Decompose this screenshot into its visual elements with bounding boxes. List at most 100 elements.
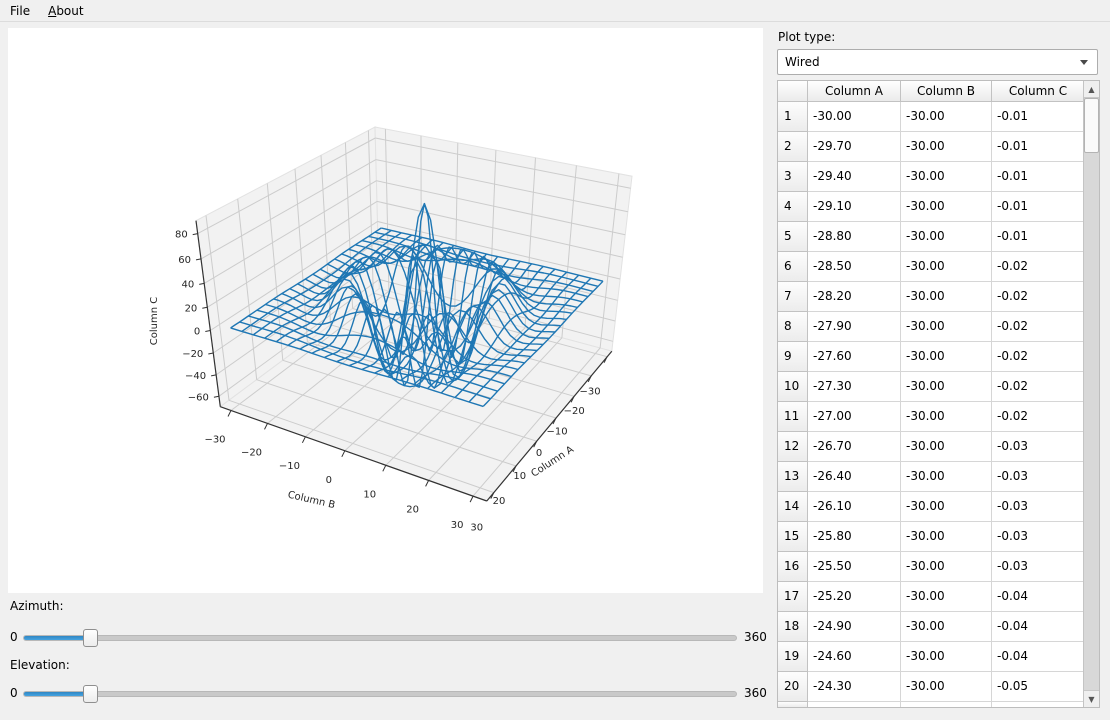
table-cell[interactable]: -0.04 xyxy=(992,582,1085,612)
row-number-cell[interactable]: 3 xyxy=(778,162,808,192)
table-cell[interactable]: -27.30 xyxy=(808,372,901,402)
table-cell[interactable]: -30.00 xyxy=(901,672,992,702)
row-number-cell[interactable]: 9 xyxy=(778,342,808,372)
table-cell[interactable]: -30.00 xyxy=(901,162,992,192)
row-number-cell[interactable]: 1 xyxy=(778,102,808,132)
table-cell[interactable]: -29.10 xyxy=(808,192,901,222)
table-cell[interactable]: -26.70 xyxy=(808,432,901,462)
table-corner-header[interactable] xyxy=(778,81,808,102)
table-cell[interactable]: -25.50 xyxy=(808,552,901,582)
table-cell[interactable]: -0.01 xyxy=(992,132,1085,162)
azimuth-slider-handle[interactable] xyxy=(83,629,98,647)
table-cell[interactable]: -29.40 xyxy=(808,162,901,192)
row-number-cell[interactable]: 8 xyxy=(778,312,808,342)
table-cell[interactable]: -30.00 xyxy=(901,102,992,132)
table-cell[interactable]: -0.02 xyxy=(992,372,1085,402)
scroll-down-icon[interactable]: ▼ xyxy=(1084,690,1099,707)
table-cell[interactable]: -30.00 xyxy=(901,612,992,642)
table-cell[interactable]: -0.05 xyxy=(992,672,1085,702)
column-header[interactable]: Column A xyxy=(808,81,901,102)
scrollbar-thumb[interactable] xyxy=(1084,98,1099,153)
row-number-cell[interactable]: 20 xyxy=(778,672,808,702)
table-cell[interactable]: -0.02 xyxy=(992,402,1085,432)
table-cell[interactable]: -27.90 xyxy=(808,312,901,342)
row-number-cell[interactable]: 19 xyxy=(778,642,808,672)
table-cell[interactable]: -30.00 xyxy=(901,372,992,402)
row-number-cell[interactable]: 6 xyxy=(778,252,808,282)
table-cell[interactable]: -0.03 xyxy=(992,432,1085,462)
table-row: 18-24.90-30.00-0.04 xyxy=(778,612,1099,642)
table-cell[interactable]: -0.02 xyxy=(992,282,1085,312)
column-header[interactable]: Column B xyxy=(901,81,992,102)
table-cell[interactable]: -30.00 xyxy=(901,492,992,522)
table-cell[interactable]: -30.00 xyxy=(901,462,992,492)
menu-item-about[interactable]: About xyxy=(40,2,92,20)
table-cell[interactable]: -30.00 xyxy=(901,552,992,582)
table-cell[interactable]: -28.80 xyxy=(808,222,901,252)
table-cell[interactable]: -0.03 xyxy=(992,492,1085,522)
table-cell[interactable]: -30.00 xyxy=(901,282,992,312)
row-number-cell[interactable]: 2 xyxy=(778,132,808,162)
table-cell[interactable]: -30.00 xyxy=(901,132,992,162)
row-number-cell[interactable]: 18 xyxy=(778,612,808,642)
table-cell[interactable]: -26.10 xyxy=(808,492,901,522)
row-number-cell[interactable]: 16 xyxy=(778,552,808,582)
elevation-slider-row: 0 360 xyxy=(0,686,770,704)
menu-item-file[interactable]: File xyxy=(2,2,38,20)
table-cell[interactable]: -30.00 xyxy=(808,102,901,132)
table-cell[interactable]: -24.90 xyxy=(808,612,901,642)
table-cell[interactable]: -30.00 xyxy=(901,342,992,372)
plot-type-combobox[interactable]: Wired xyxy=(777,49,1098,75)
table-cell[interactable]: -30.00 xyxy=(901,642,992,672)
table-row: 1-30.00-30.00-0.01 xyxy=(778,102,1099,132)
table-cell[interactable]: -28.50 xyxy=(808,252,901,282)
table-cell[interactable]: -30.00 xyxy=(901,222,992,252)
row-number-cell[interactable]: 17 xyxy=(778,582,808,612)
table-cell[interactable]: -29.70 xyxy=(808,132,901,162)
table-cell[interactable]: -0.02 xyxy=(992,252,1085,282)
table-cell[interactable]: -0.02 xyxy=(992,342,1085,372)
table-cell[interactable]: -28.20 xyxy=(808,282,901,312)
table-cell[interactable]: -0.04 xyxy=(992,642,1085,672)
table-cell[interactable]: -27.60 xyxy=(808,342,901,372)
elevation-slider-handle[interactable] xyxy=(83,685,98,703)
table-cell[interactable]: -30.00 xyxy=(901,312,992,342)
azimuth-slider[interactable] xyxy=(23,635,737,641)
table-cell[interactable]: -30.00 xyxy=(901,402,992,432)
row-number-cell[interactable]: 13 xyxy=(778,462,808,492)
table-cell[interactable]: -27.00 xyxy=(808,402,901,432)
row-number-cell[interactable]: 10 xyxy=(778,372,808,402)
table-cell[interactable]: -24.60 xyxy=(808,642,901,672)
scroll-up-icon[interactable]: ▲ xyxy=(1084,81,1099,98)
table-cell[interactable]: -0.01 xyxy=(992,192,1085,222)
table-cell[interactable]: -0.03 xyxy=(992,522,1085,552)
vertical-scrollbar[interactable]: ▲ ▼ xyxy=(1083,81,1099,707)
row-number-cell[interactable]: 15 xyxy=(778,522,808,552)
table-cell[interactable]: -24.30 xyxy=(808,672,901,702)
table-cell[interactable]: -30.00 xyxy=(901,252,992,282)
row-number-cell[interactable]: 4 xyxy=(778,192,808,222)
table-cell[interactable]: -25.20 xyxy=(808,582,901,612)
table-cell[interactable]: -0.03 xyxy=(992,462,1085,492)
row-number-cell[interactable]: 11 xyxy=(778,402,808,432)
column-header[interactable]: Column C xyxy=(992,81,1085,102)
table-cell[interactable]: -25.80 xyxy=(808,522,901,552)
table-cell[interactable]: -0.03 xyxy=(992,552,1085,582)
row-number-cell[interactable]: 5 xyxy=(778,222,808,252)
row-number-cell[interactable]: 14 xyxy=(778,492,808,522)
plot-canvas[interactable]: −30−20−100102030−30−20−10010203080604020… xyxy=(8,28,763,593)
table-cell[interactable]: -0.01 xyxy=(992,102,1085,132)
table-cell[interactable]: -30.00 xyxy=(901,432,992,462)
table-cell[interactable]: -30.00 xyxy=(901,582,992,612)
table-cell[interactable]: -26.40 xyxy=(808,462,901,492)
row-number-cell[interactable]: 7 xyxy=(778,282,808,312)
row-number-cell[interactable]: 12 xyxy=(778,432,808,462)
elevation-slider[interactable] xyxy=(23,691,737,697)
table-cell[interactable]: -30.00 xyxy=(901,522,992,552)
table-cell[interactable]: -0.02 xyxy=(992,312,1085,342)
table-cell[interactable]: -0.01 xyxy=(992,222,1085,252)
table-cell[interactable]: -0.04 xyxy=(992,612,1085,642)
svg-text:Column C: Column C xyxy=(149,297,160,345)
table-cell[interactable]: -0.01 xyxy=(992,162,1085,192)
table-cell[interactable]: -30.00 xyxy=(901,192,992,222)
